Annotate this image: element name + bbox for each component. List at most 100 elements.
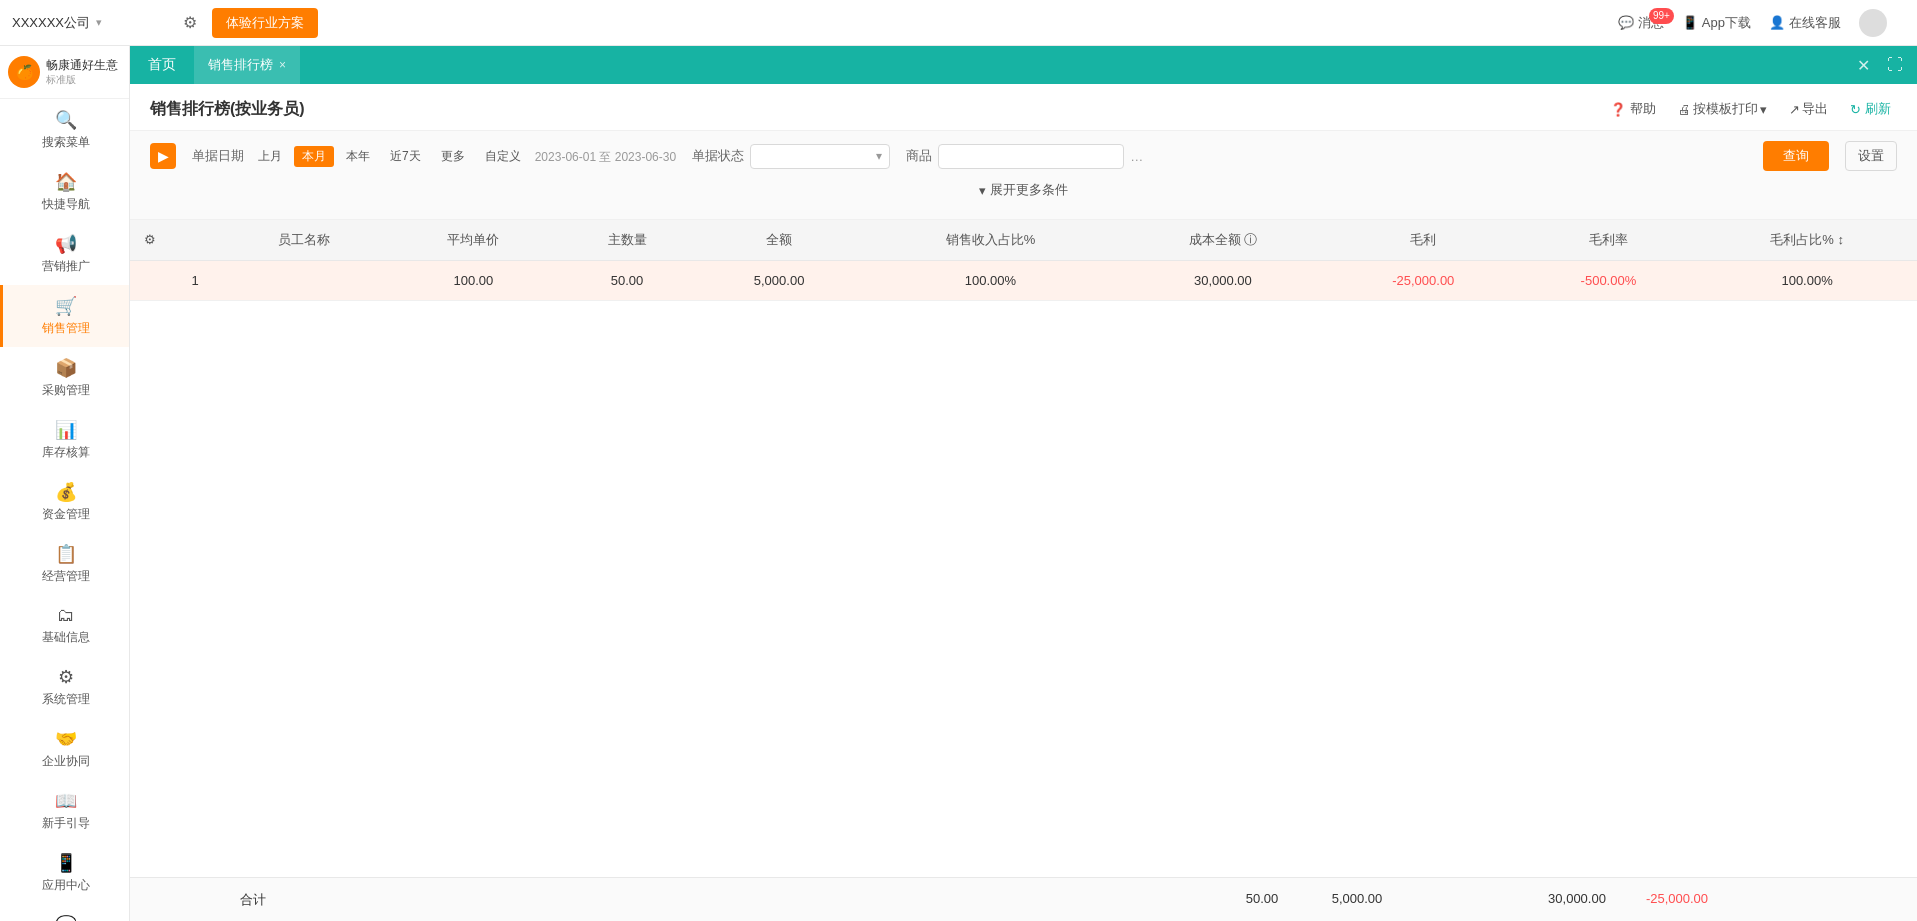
sidebar-item-search[interactable]: 🔍 搜索菜单 (0, 99, 129, 161)
sidebar-label-search: 搜索菜单 (42, 134, 90, 151)
sidebar-item-quick-nav[interactable]: 🏠 快捷导航 (0, 161, 129, 223)
query-button[interactable]: 查询 (1763, 141, 1829, 171)
tab-home[interactable]: 首页 (130, 46, 194, 84)
sidebar-label-finance: 资金管理 (42, 506, 90, 523)
col-amount: 全额 (696, 220, 862, 260)
purchase-icon: 📦 (55, 357, 77, 379)
col-gross-pct: 毛利占比% ↕ (1697, 220, 1917, 260)
filter-toggle-arrow[interactable]: ▶ (150, 143, 176, 169)
sidebar-label-guide: 新手引导 (42, 815, 90, 832)
date-tab-this-year[interactable]: 本年 (338, 146, 378, 167)
date-tab-7days[interactable]: 近7天 (382, 146, 429, 167)
tab-close-all-button[interactable]: ✕ (1849, 51, 1877, 79)
marketing-icon: 📢 (55, 233, 77, 255)
sidebar-item-wechat[interactable]: 💬 企业微信 (0, 904, 129, 921)
sidebar-label-app-center: 应用中心 (42, 877, 90, 894)
print-dropdown-arrow: ▾ (1760, 102, 1767, 117)
export-label: 导出 (1802, 100, 1828, 118)
logo-sub: 标准版 (46, 73, 118, 87)
sidebar-label-cooperation: 企业协同 (42, 753, 90, 770)
sidebar-item-purchase[interactable]: 📦 采购管理 (0, 347, 129, 409)
col-sales-pct: 销售收入占比% (862, 220, 1119, 260)
col-rank (170, 220, 220, 260)
col-employee: 员工名称 (220, 220, 389, 260)
cost-info-icon: ⓘ (1244, 232, 1257, 247)
filter-area: ▶ 单据日期 上月 本月 本年 近7天 更多 自定义 2 (130, 131, 1917, 220)
date-filter-group: 单据日期 上月 本月 本年 近7天 更多 自定义 2023-06-01 至 20… (192, 146, 676, 167)
company-selector[interactable]: XXXXXX公司 ▾ (12, 14, 172, 32)
expand-row: ▾ 展开更多条件 (150, 171, 1897, 209)
date-tab-more[interactable]: 更多 (433, 146, 473, 167)
message-button[interactable]: 💬 消息 99+ (1618, 14, 1664, 32)
footer-amount: 5,000.00 (1332, 891, 1383, 906)
cell-cost: 30,000.00 (1119, 260, 1327, 300)
system-icon: ⚙ (58, 666, 74, 688)
export-button[interactable]: ↗ 导出 (1783, 96, 1834, 122)
sidebar-item-app-center[interactable]: 📱 应用中心 (0, 842, 129, 904)
tab-close-icon[interactable]: × (279, 58, 286, 72)
online-service-button[interactable]: 👤 在线客服 (1769, 14, 1841, 32)
help-button[interactable]: ❓ 帮助 (1604, 96, 1662, 122)
tab-maximize-button[interactable]: ⛶ (1881, 51, 1909, 79)
company-name: XXXXXX公司 (12, 14, 90, 32)
goods-more-icon[interactable]: … (1130, 149, 1143, 164)
cell-sales-pct: 100.00% (862, 260, 1119, 300)
status-filter-group: 单据状态 (692, 144, 890, 169)
sidebar-item-inventory[interactable]: 📊 库存核算 (0, 409, 129, 471)
col-avg-price: 平均单价 (389, 220, 558, 260)
settings-button[interactable]: 设置 (1845, 141, 1897, 171)
finance-icon: 💰 (55, 481, 77, 503)
avatar[interactable] (1859, 9, 1887, 37)
tab-bar: 首页 销售排行榜 × ✕ ⛶ (130, 46, 1917, 84)
sidebar-label-marketing: 营销推广 (42, 258, 90, 275)
logo-text-block: 畅康通好生意 标准版 (46, 57, 118, 88)
table-settings-icon[interactable]: ⚙ (144, 232, 156, 247)
sidebar-item-sales[interactable]: 🛒 销售管理 (0, 285, 129, 347)
date-tab-custom[interactable]: 自定义 (477, 146, 529, 167)
refresh-button[interactable]: ↻ 刷新 (1844, 96, 1897, 122)
table-header: ⚙ 员工名称 平均单价 主数量 全额 销售收入占比% 成本全额 ⓘ 毛利 毛利率… (130, 220, 1917, 260)
print-label: 按模板打印 (1693, 100, 1758, 118)
table-footer: 合计 50.00 5,000.00 30,000.00 -25,000.00 (130, 877, 1917, 921)
goods-input[interactable] (938, 144, 1124, 169)
print-icon: 🖨 (1678, 102, 1691, 117)
cell-gross: -25,000.00 (1327, 260, 1520, 300)
print-button[interactable]: 🖨 按模板打印 ▾ (1672, 96, 1773, 122)
status-label: 单据状态 (692, 147, 744, 165)
sidebar-item-system[interactable]: ⚙ 系统管理 (0, 656, 129, 718)
app-download-button[interactable]: 📱 App下载 (1682, 14, 1751, 32)
col-settings[interactable]: ⚙ (130, 220, 170, 260)
settings-gear-button[interactable]: ⚙ (176, 9, 204, 37)
expand-conditions-button[interactable]: ▾ 展开更多条件 (979, 175, 1068, 205)
content-area: 首页 销售排行榜 × ✕ ⛶ 销售排行榜(按业务员) ❓ 帮助 (130, 46, 1917, 921)
footer-cost: 30,000.00 (1548, 891, 1606, 906)
status-select[interactable] (750, 144, 890, 169)
table-header-row: ⚙ 员工名称 平均单价 主数量 全额 销售收入占比% 成本全额 ⓘ 毛利 毛利率… (130, 220, 1917, 260)
tab-right-buttons: ✕ ⛶ (1849, 51, 1917, 79)
date-range-text: 2023-06-01 至 2023-06-30 (535, 149, 676, 166)
expand-label: 展开更多条件 (990, 181, 1068, 199)
sales-ranking-table: ⚙ 员工名称 平均单价 主数量 全额 销售收入占比% 成本全额 ⓘ 毛利 毛利率… (130, 220, 1917, 301)
tab-home-label: 首页 (148, 56, 176, 74)
sidebar-item-marketing[interactable]: 📢 营销推广 (0, 223, 129, 285)
sidebar-item-basic-info[interactable]: 🗂 基础信息 (0, 595, 129, 656)
footer-cells: 合计 50.00 5,000.00 30,000.00 -25,000.00 (140, 891, 1907, 909)
sidebar-item-guide[interactable]: 📖 新手引导 (0, 780, 129, 842)
footer-quantity: 50.00 (1246, 891, 1279, 906)
cell-employee (220, 260, 389, 300)
sidebar-item-operations[interactable]: 📋 经营管理 (0, 533, 129, 595)
footer-gross: -25,000.00 (1646, 891, 1708, 906)
sidebar-item-finance[interactable]: 💰 资金管理 (0, 471, 129, 533)
date-tab-this-month[interactable]: 本月 (294, 146, 334, 167)
header-right: 💬 消息 99+ 📱 App下载 👤 在线客服 (1618, 9, 1905, 37)
table-row: 1 100.00 50.00 5,000.00 100.00% 30,000.0… (130, 260, 1917, 300)
help-icon: ❓ (1610, 102, 1626, 117)
goods-label: 商品 (906, 147, 932, 165)
sidebar-item-cooperation[interactable]: 🤝 企业协同 (0, 718, 129, 780)
app-download-label: App下载 (1702, 14, 1751, 32)
sidebar-label-system: 系统管理 (42, 691, 90, 708)
tab-sales-ranking[interactable]: 销售排行榜 × (194, 46, 300, 84)
trial-button[interactable]: 体验行业方案 (212, 8, 318, 38)
date-tab-last-month[interactable]: 上月 (250, 146, 290, 167)
logo-icon: 🍊 (8, 56, 40, 88)
